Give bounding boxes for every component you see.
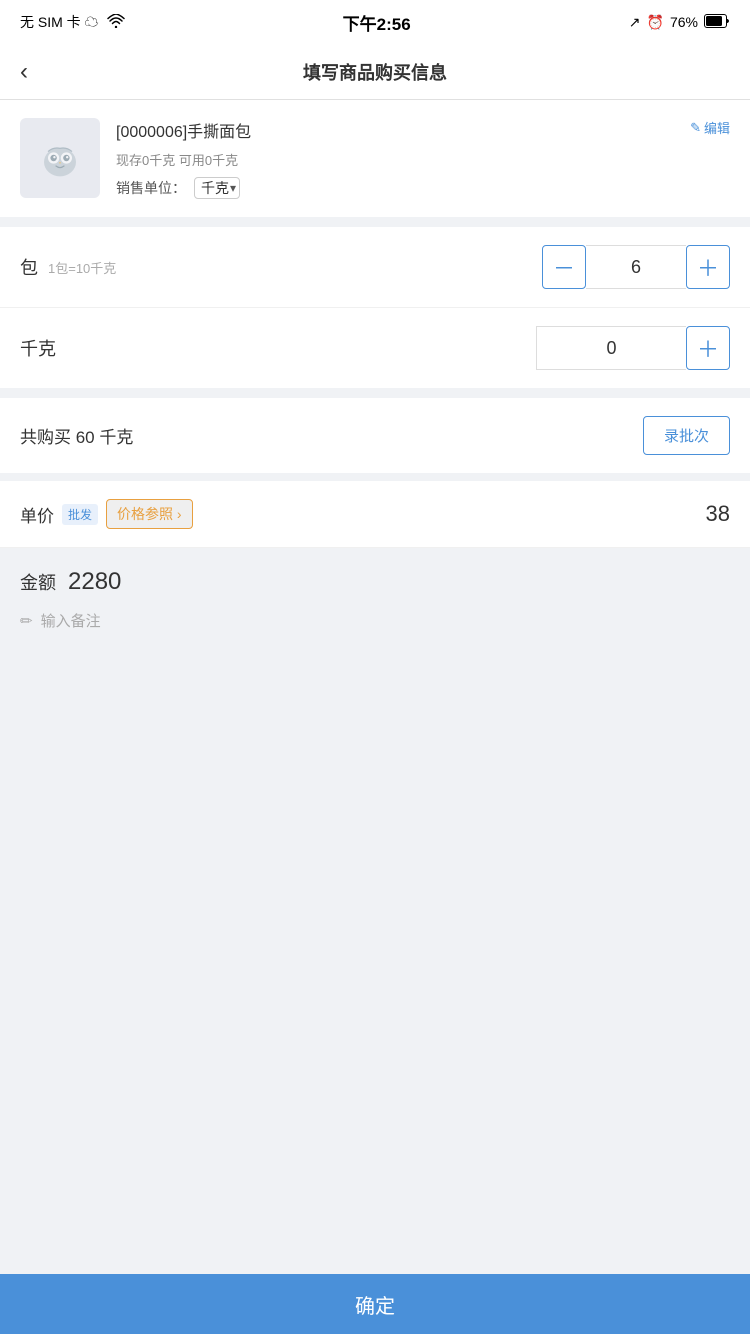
pencil-icon: ✏ (20, 612, 33, 630)
back-button[interactable]: ‹ (20, 58, 28, 86)
status-time: 下午2:56 (343, 10, 411, 35)
kilo-stepper: ＋ (536, 326, 730, 370)
battery-icon (704, 14, 730, 31)
alarm-icon: ⏰ (647, 14, 664, 31)
edit-label: 编辑 (704, 118, 730, 137)
amount-row: 金额 2280 (20, 568, 730, 596)
price-label: 单价 (20, 502, 54, 527)
package-text: 包 (20, 254, 38, 280)
package-row: 包 1包=10千克 － ＋ (0, 227, 750, 308)
package-stepper: － ＋ (542, 245, 730, 289)
price-row: 单价 批发 价格参照 › 38 (0, 481, 750, 548)
edit-button[interactable]: ✎ 编辑 (690, 118, 730, 137)
note-placeholder: 输入备注 (41, 610, 101, 631)
package-input[interactable] (586, 245, 686, 289)
package-section: 包 1包=10千克 － ＋ 千克 ＋ (0, 227, 750, 388)
wifi-icon (107, 14, 125, 31)
product-info: [0000006]手撕面包 ✎ 编辑 现存0千克 可用0千克 销售单位： 千克 … (116, 118, 730, 199)
amount-value: 2280 (68, 568, 121, 596)
product-unit-row: 销售单位： 千克 包 (116, 177, 730, 199)
status-bar: 无 SIM 卡 ☁ 下午2:56 ↗ ⏰ 76% (0, 0, 750, 44)
package-sub-label: 1包=10千克 (48, 258, 116, 277)
package-plus-button[interactable]: ＋ (686, 245, 730, 289)
record-batch-button[interactable]: 录批次 (643, 416, 730, 455)
kilo-text: 千克 (20, 335, 56, 361)
price-label-group: 单价 批发 价格参照 › (20, 499, 193, 529)
product-image (20, 118, 100, 198)
battery-level: 76% (670, 14, 698, 30)
note-row[interactable]: ✏ 输入备注 (20, 610, 730, 631)
price-section: 单价 批发 价格参照 › 38 (0, 473, 750, 548)
total-label: 共购买 60 千克 (20, 423, 133, 448)
sim-indicator: 无 SIM 卡 ☁ (20, 12, 99, 32)
kilo-label: 千克 (20, 335, 56, 361)
page-title: 填写商品购买信息 (303, 59, 447, 85)
price-value: 38 (706, 501, 730, 527)
nav-bar: ‹ 填写商品购买信息 (0, 44, 750, 100)
product-stock: 现存0千克 可用0千克 (116, 150, 730, 169)
unit-label: 销售单位： (116, 178, 186, 198)
product-card: [0000006]手撕面包 ✎ 编辑 现存0千克 可用0千克 销售单位： 千克 … (0, 100, 750, 217)
unit-select[interactable]: 千克 包 (194, 177, 240, 199)
price-ref-button[interactable]: 价格参照 › (106, 499, 193, 529)
unit-select-wrap[interactable]: 千克 包 (194, 177, 240, 199)
package-label: 包 1包=10千克 (20, 254, 116, 280)
kilo-row: 千克 ＋ (0, 308, 750, 388)
price-tag: 批发 (62, 504, 98, 525)
product-name: [0000006]手撕面包 (116, 118, 251, 142)
edit-icon: ✎ (690, 120, 701, 136)
content-area: [0000006]手撕面包 ✎ 编辑 现存0千克 可用0千克 销售单位： 千克 … (0, 100, 750, 1334)
status-left: 无 SIM 卡 ☁ (20, 12, 125, 32)
amount-section: 金额 2280 ✏ 输入备注 (0, 548, 750, 641)
amount-label: 金额 (20, 569, 56, 595)
package-minus-button[interactable]: － (542, 245, 586, 289)
total-row: 共购买 60 千克 录批次 (0, 398, 750, 473)
location-icon: ↗ (629, 14, 641, 31)
kilo-input[interactable] (536, 326, 686, 370)
kilo-plus-button[interactable]: ＋ (686, 326, 730, 370)
owl-logo-icon (36, 134, 84, 182)
confirm-button[interactable]: 确定 (0, 1274, 750, 1334)
status-right: ↗ ⏰ 76% (629, 14, 730, 31)
